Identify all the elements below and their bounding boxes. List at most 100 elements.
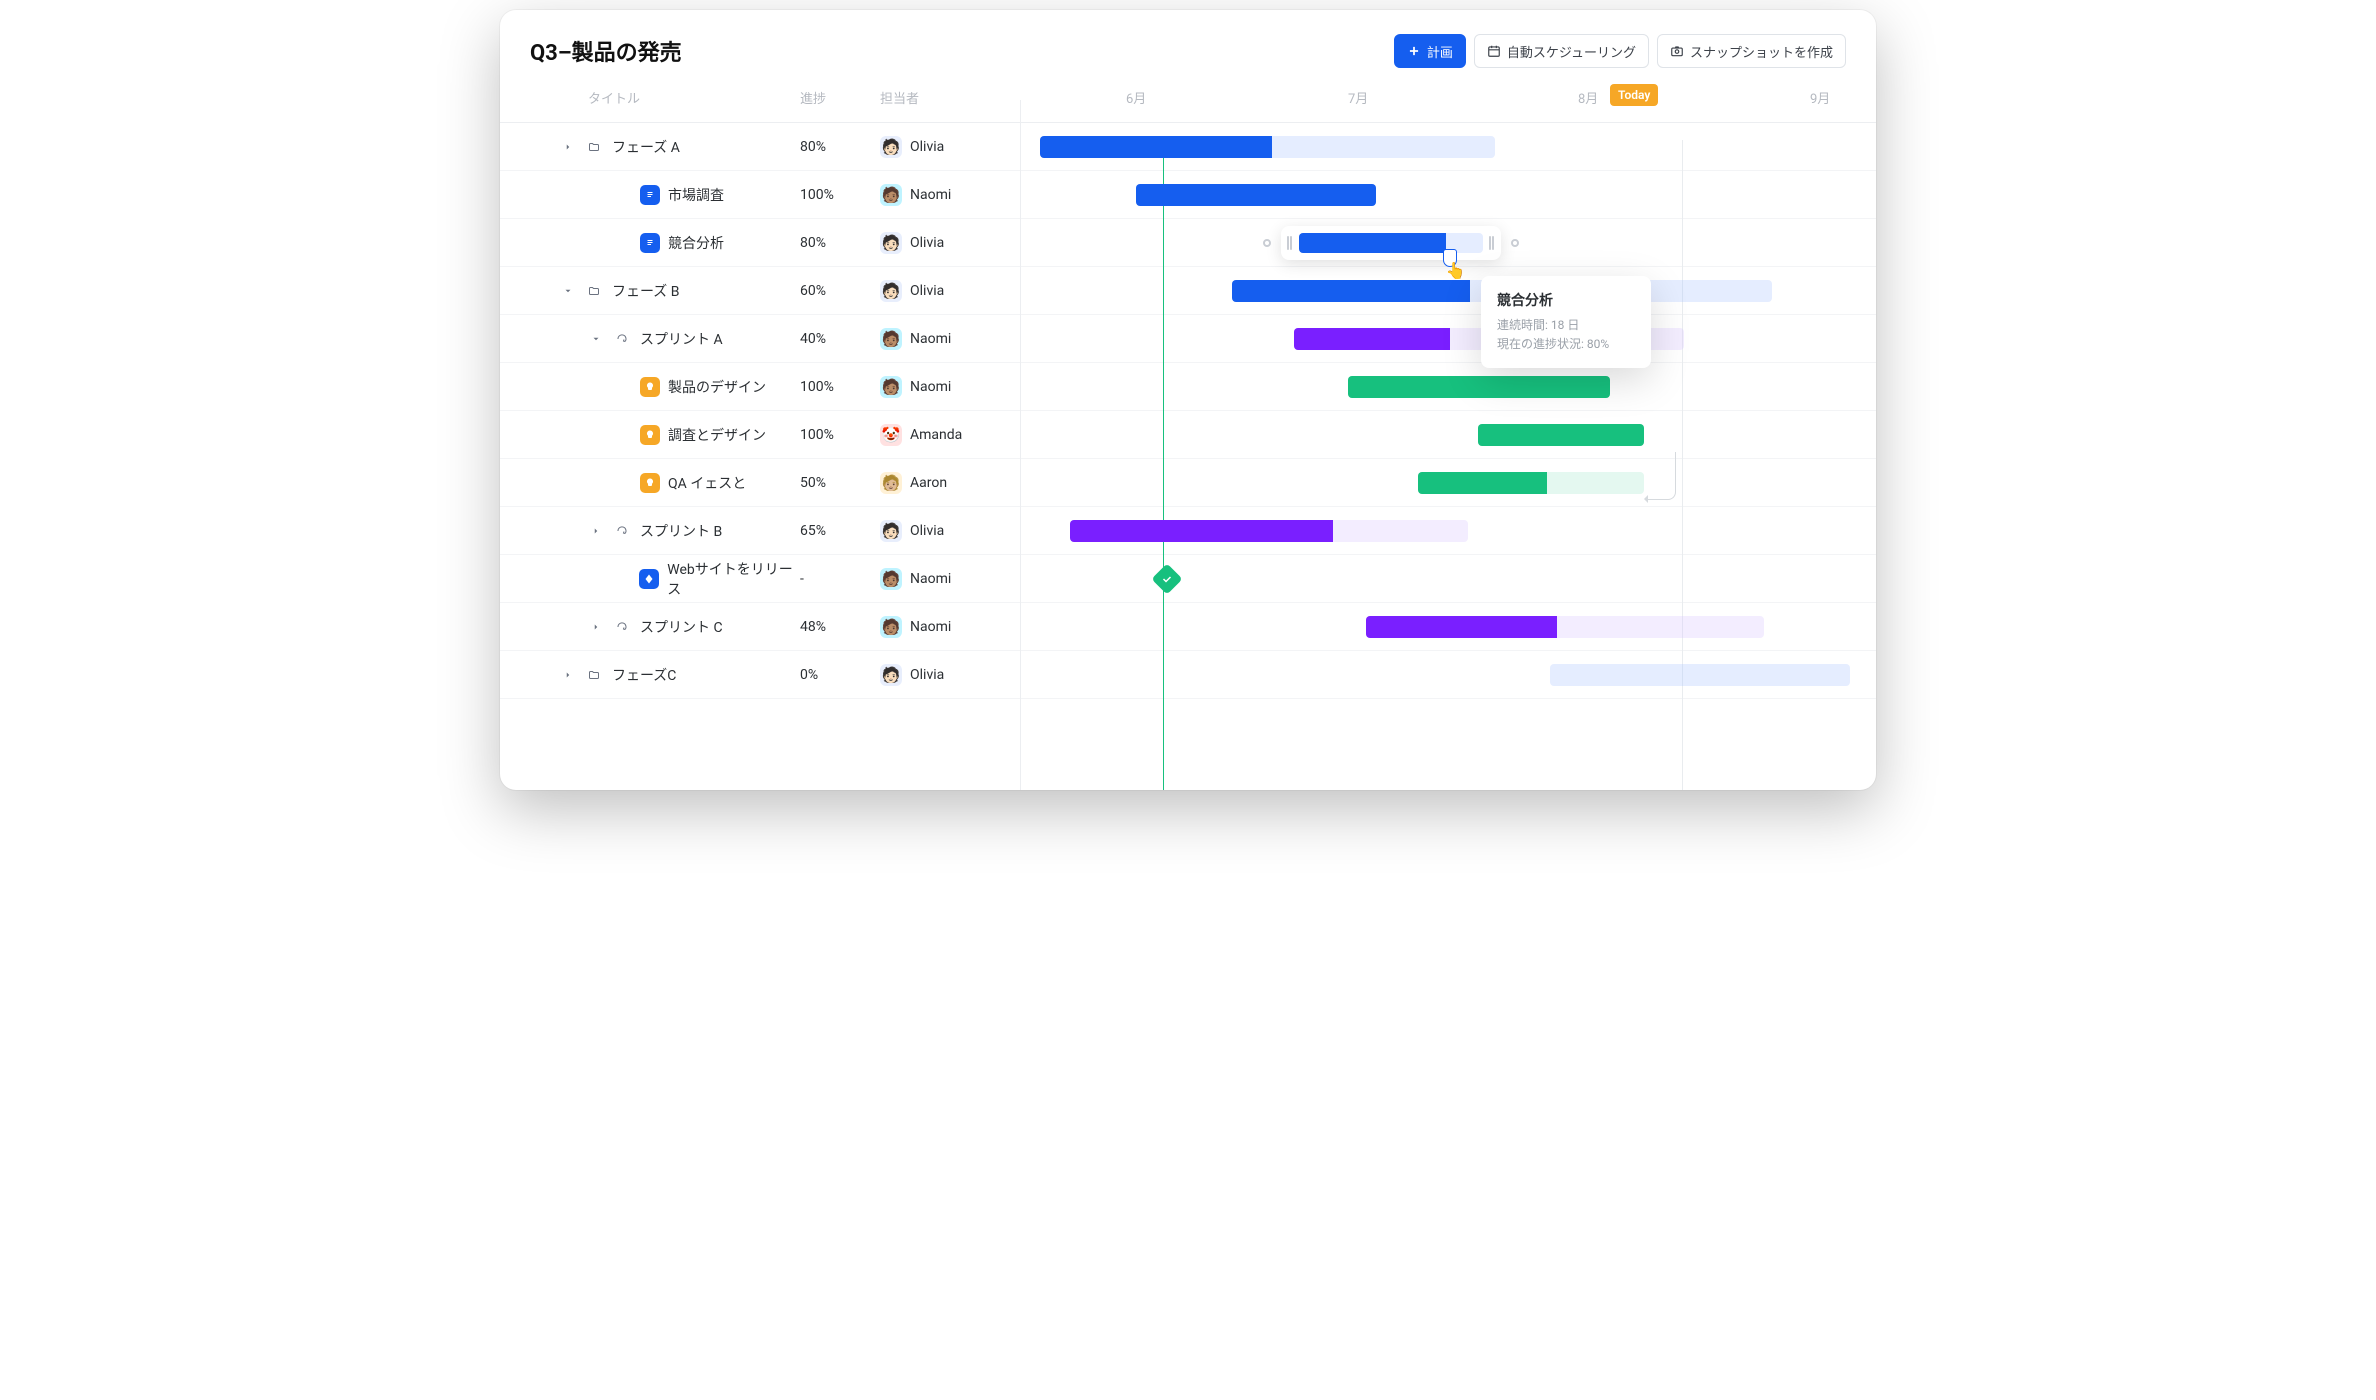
timeline-cell[interactable]: 👆	[1020, 219, 1876, 267]
timeline-cell[interactable]	[1020, 267, 1876, 315]
assignee-name: Olivia	[910, 139, 944, 155]
timeline-cell[interactable]	[1020, 363, 1876, 411]
gantt-bar[interactable]	[1232, 280, 1772, 302]
timeline-cell[interactable]	[1020, 411, 1876, 459]
snapshot-button[interactable]: スナップショットを作成	[1657, 34, 1846, 68]
gantt-bar[interactable]	[1478, 424, 1644, 446]
gantt-bar[interactable]	[1136, 184, 1376, 206]
gantt-bar[interactable]	[1418, 472, 1644, 494]
sprint-icon	[612, 521, 632, 541]
chevron-down-icon[interactable]	[588, 331, 604, 347]
progress-value: -	[800, 571, 880, 587]
diamond-icon	[639, 569, 659, 589]
timeline-cell[interactable]	[1020, 555, 1876, 603]
doc-icon	[640, 185, 660, 205]
avatar: 🧑🏻	[880, 280, 902, 302]
month-label: 7月	[1348, 88, 1368, 107]
auto-schedule-button[interactable]: 自動スケジューリング	[1474, 34, 1649, 68]
today-tag[interactable]: Today	[1610, 84, 1658, 106]
assignee-name: Amanda	[910, 427, 962, 443]
dependency-arrow	[1646, 452, 1676, 500]
task-row[interactable]: 競合分析80%🧑🏻Olivia👆	[500, 219, 1876, 267]
task-row[interactable]: 市場調査100%🧑🏽Naomi	[500, 171, 1876, 219]
auto-schedule-label: 自動スケジューリング	[1507, 42, 1636, 61]
timeline-cell[interactable]	[1020, 123, 1876, 171]
timeline-cell[interactable]	[1020, 507, 1876, 555]
plus-icon	[1407, 44, 1421, 58]
task-row[interactable]: 製品のデザイン100%🧑🏽Naomi	[500, 363, 1876, 411]
progress-handle[interactable]	[1443, 249, 1457, 267]
progress-value: 80%	[800, 139, 880, 155]
task-label: 製品のデザイン	[668, 377, 766, 397]
task-label: QA イェスと	[668, 473, 746, 493]
folder-icon	[584, 137, 604, 157]
gantt-bar[interactable]	[1366, 616, 1764, 638]
timeline-cell[interactable]	[1020, 171, 1876, 219]
task-row[interactable]: フェーズC0%🧑🏻Olivia	[500, 651, 1876, 699]
chevron-right-icon[interactable]	[560, 139, 576, 155]
assignee-name: Olivia	[910, 667, 944, 683]
bulb-icon	[640, 377, 660, 397]
plan-button[interactable]: 計画	[1394, 34, 1466, 68]
assignee-name: Naomi	[910, 331, 951, 347]
avatar: 🧑🏽	[880, 568, 902, 590]
timeline-cell[interactable]	[1020, 603, 1876, 651]
gantt-bar[interactable]	[1040, 136, 1495, 158]
chevron-right-icon[interactable]	[588, 619, 604, 635]
assignee-name: Naomi	[910, 379, 951, 395]
bulb-icon	[640, 473, 660, 493]
assignee-name: Olivia	[910, 235, 944, 251]
task-label: スプリント C	[640, 617, 723, 637]
page-title: Q3–製品の発売	[530, 35, 682, 67]
gantt-bar[interactable]	[1070, 520, 1468, 542]
assignee-name: Naomi	[910, 571, 951, 587]
timeline-cell[interactable]	[1020, 459, 1876, 507]
task-row[interactable]: Webサイトをリリース-🧑🏽Naomi	[500, 555, 1876, 603]
chevron-right-icon[interactable]	[560, 667, 576, 683]
milestone-marker[interactable]	[1151, 563, 1182, 594]
timeline-cell[interactable]	[1020, 315, 1876, 363]
task-label: スプリント B	[640, 521, 722, 541]
resize-handle-left[interactable]	[1287, 236, 1293, 250]
timeline-cell[interactable]	[1020, 651, 1876, 699]
task-row[interactable]: フェーズ A80%🧑🏻Olivia	[500, 123, 1876, 171]
chevron-down-icon[interactable]	[560, 283, 576, 299]
task-row[interactable]: スプリント C48%🧑🏽Naomi	[500, 603, 1876, 651]
doc-icon	[640, 233, 660, 253]
header-actions: 計画 自動スケジューリング スナップショットを作成	[1394, 34, 1846, 68]
progress-value: 60%	[800, 283, 880, 299]
snapshot-label: スナップショットを作成	[1690, 42, 1833, 61]
timeline-header: 6月7月8月9月Today	[1020, 88, 1876, 110]
caret-spacer	[616, 475, 632, 491]
gantt-bar-selected[interactable]	[1281, 226, 1501, 260]
chevron-right-icon[interactable]	[588, 523, 604, 539]
avatar: 🧑🏻	[880, 664, 902, 686]
col-title: タイトル	[500, 88, 800, 110]
caret-spacer	[616, 379, 632, 395]
avatar: 🧑🏽	[880, 184, 902, 206]
caret-spacer	[616, 571, 631, 587]
connector-dot-right[interactable]	[1511, 239, 1519, 247]
calendar-icon	[1487, 44, 1501, 58]
caret-spacer	[616, 235, 632, 251]
bulb-icon	[640, 425, 660, 445]
task-row[interactable]: スプリント B65%🧑🏻Olivia	[500, 507, 1876, 555]
col-assignee: 担当者	[880, 88, 1020, 110]
caret-spacer	[616, 427, 632, 443]
gantt-bar[interactable]	[1348, 376, 1610, 398]
progress-value: 0%	[800, 667, 880, 683]
connector-dot-left[interactable]	[1263, 239, 1271, 247]
progress-value: 65%	[800, 523, 880, 539]
task-rows: フェーズ A80%🧑🏻Olivia市場調査100%🧑🏽Naomi競合分析80%🧑…	[500, 123, 1876, 699]
task-row[interactable]: フェーズ B60%🧑🏻Olivia	[500, 267, 1876, 315]
avatar: 🤡	[880, 424, 902, 446]
task-label: フェーズ A	[612, 137, 680, 157]
resize-handle-right[interactable]	[1489, 236, 1495, 250]
sprint-icon	[612, 329, 632, 349]
gantt-bar[interactable]	[1294, 328, 1684, 350]
task-row[interactable]: スプリント A40%🧑🏽Naomi	[500, 315, 1876, 363]
assignee-name: Olivia	[910, 283, 944, 299]
assignee-name: Olivia	[910, 523, 944, 539]
gantt-bar[interactable]	[1550, 664, 1850, 686]
sprint-icon	[612, 617, 632, 637]
